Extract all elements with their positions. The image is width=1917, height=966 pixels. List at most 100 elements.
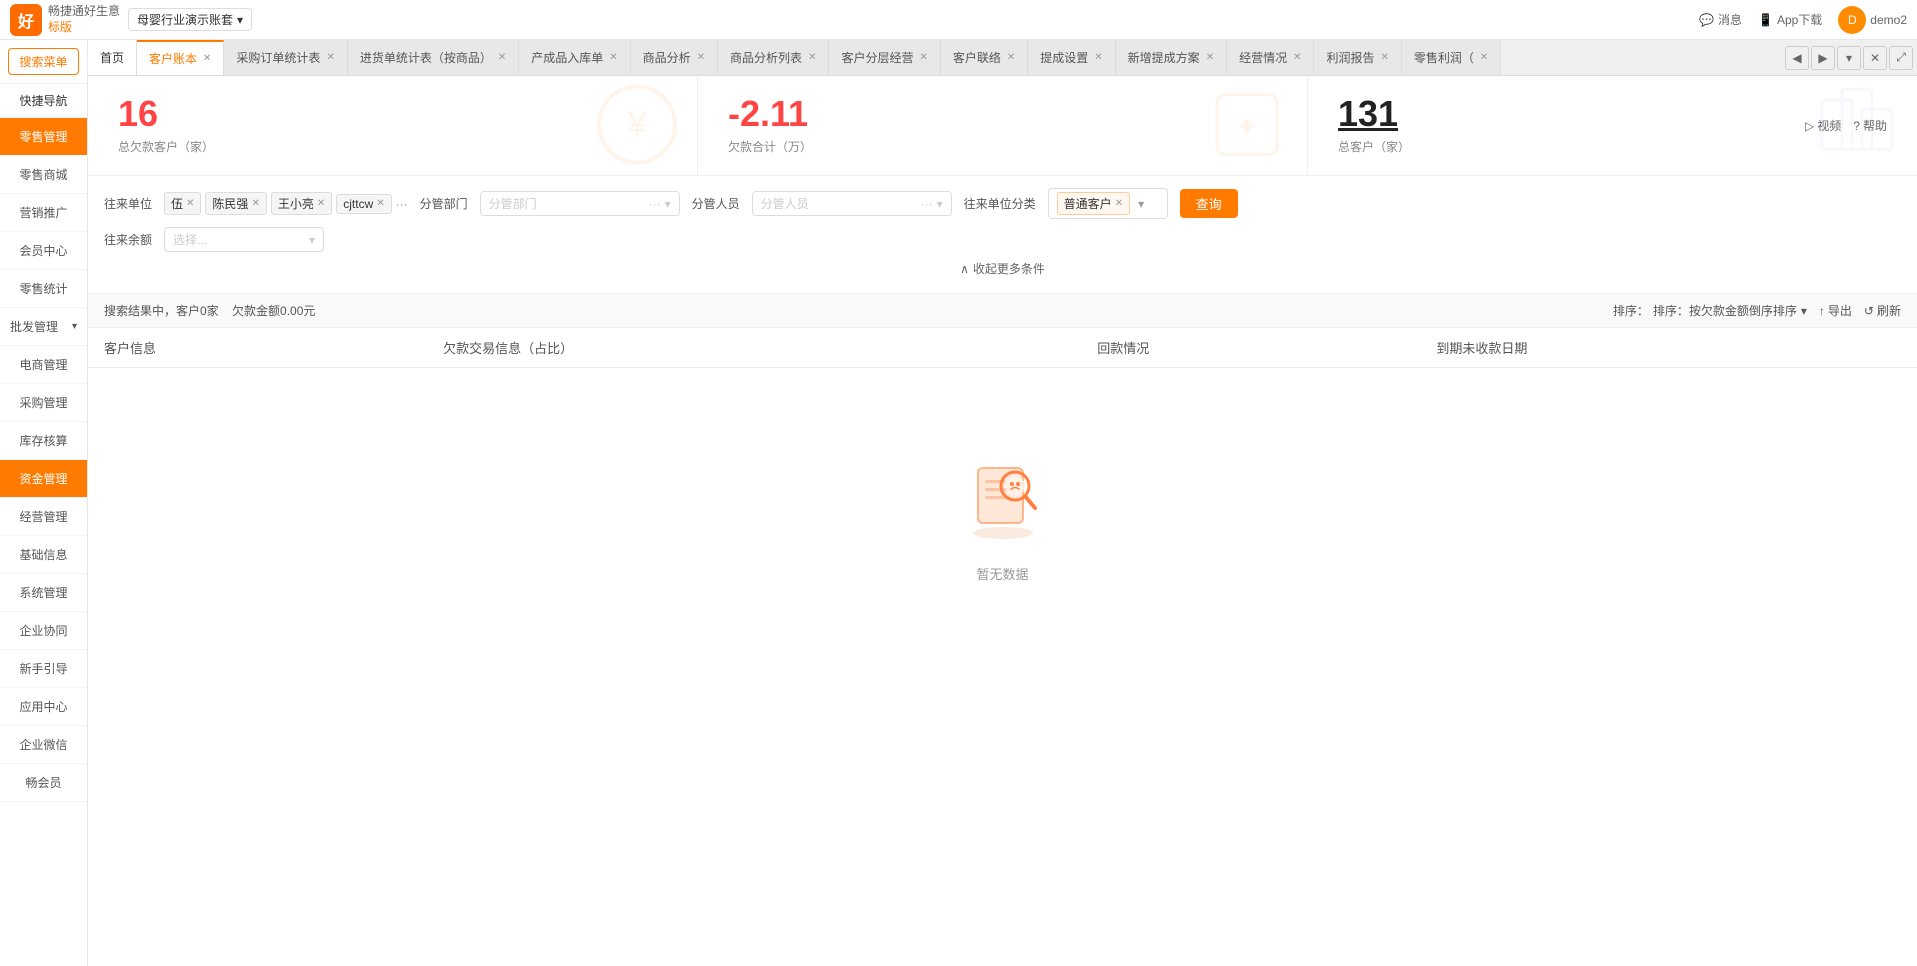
tab-close-promotion[interactable]: ✕: [1094, 52, 1102, 63]
account-selector[interactable]: 母婴行业演示账套 ▾: [128, 8, 252, 31]
sort-chevron-icon: ▾: [1801, 304, 1807, 318]
svg-text:¥: ¥: [626, 103, 648, 144]
filter-row-1: 往来单位 伍 ✕ 陈民强 ✕ 王小亮 ✕: [104, 188, 1901, 219]
col-due-date: 到期未收款日期: [1420, 328, 1917, 368]
tab-close-all-button[interactable]: ✕: [1863, 46, 1887, 70]
tab-promotion-settings[interactable]: 提成设置 ✕: [1028, 40, 1115, 76]
logo-icon: 好: [10, 4, 42, 36]
sidebar-item-basic-info[interactable]: 基础信息: [0, 536, 87, 574]
tab-bar-actions: ◀ ▶ ▾ ✕ ⤢: [1785, 46, 1917, 70]
empty-text: 暂无数据: [976, 564, 1028, 583]
tab-customer-contact[interactable]: 客户联络 ✕: [941, 40, 1028, 76]
stat-label-customers: 总欠款客户（家）: [118, 138, 214, 155]
sidebar-item-app-center[interactable]: 应用中心: [0, 688, 87, 726]
stat-label-overdue: 欠款合计（万）: [728, 138, 812, 155]
filter-more-btn[interactable]: ···: [396, 197, 408, 211]
sidebar-item-retail-stats[interactable]: 零售统计: [0, 270, 87, 308]
filter-area: 往来单位 伍 ✕ 陈民强 ✕ 王小亮 ✕: [88, 176, 1917, 294]
person-select[interactable]: 分管人员 ··· ▾: [752, 191, 952, 216]
remove-tag-wu[interactable]: ✕: [186, 198, 194, 209]
tab-more-button[interactable]: ▾: [1837, 46, 1861, 70]
collapse-button[interactable]: ∧ 收起更多条件: [104, 260, 1901, 277]
filter-tags-unit: 伍 ✕ 陈民强 ✕ 王小亮 ✕ cjttcw ✕: [164, 192, 408, 215]
tab-retail-profit[interactable]: 零售利润（ ✕: [1402, 40, 1501, 76]
balance-filter-label: 往来余额: [104, 231, 152, 248]
tab-expand-button[interactable]: ⤢: [1889, 46, 1913, 70]
sidebar-item-retail-shop[interactable]: 零售商城: [0, 156, 87, 194]
remove-unit-type-tag[interactable]: ✕: [1115, 198, 1123, 209]
logo-area: 好 畅捷通好生意 标版: [10, 4, 120, 36]
remove-tag-chen[interactable]: ✕: [251, 198, 259, 209]
tab-cost-instock[interactable]: 产成品入库单 ✕: [519, 40, 630, 76]
tab-close-customers[interactable]: ✕: [203, 53, 211, 64]
sidebar-item-member[interactable]: 会员中心: [0, 232, 87, 270]
user-profile[interactable]: D demo2: [1838, 6, 1907, 34]
tab-prev-button[interactable]: ◀: [1785, 46, 1809, 70]
top-bar-left: 好 畅捷通好生意 标版 母婴行业演示账套 ▾: [10, 4, 252, 36]
tab-close-cost[interactable]: ✕: [609, 52, 617, 63]
sort-select[interactable]: 排序： 排序：按欠款金额倒序排序 ▾: [1613, 302, 1807, 319]
message-action[interactable]: 💬 消息: [1699, 11, 1742, 28]
search-menu-button[interactable]: 搜索菜单: [8, 48, 79, 75]
tab-new-promotion[interactable]: 新增提成方案 ✕: [1116, 40, 1227, 76]
stat-card-total: 131 总客户（家） ▷ 视频 ? 帮助: [1308, 76, 1917, 175]
sidebar-item-finance[interactable]: 资金管理: [0, 460, 87, 498]
sidebar-item-ecommerce[interactable]: 电商管理: [0, 346, 87, 384]
chevron-down-icon: ▾: [72, 321, 77, 332]
tab-incoming-stats[interactable]: 进货单统计表（按商品） ✕: [348, 40, 519, 76]
sidebar-item-changhui[interactable]: 畅会员: [0, 764, 87, 802]
dept-more-icon: ···: [649, 197, 661, 211]
tab-close-retail-profit[interactable]: ✕: [1480, 52, 1488, 63]
col-overdue-info: 欠款交易信息（占比）: [427, 328, 1081, 368]
tab-close-incoming[interactable]: ✕: [498, 52, 506, 63]
filter-row-2: 往来余额 选择... ▾: [104, 227, 1901, 252]
unit-type-select[interactable]: 普通客户 ✕ ▾: [1048, 188, 1168, 219]
tab-close-purchase-orders[interactable]: ✕: [326, 52, 334, 63]
tab-customers[interactable]: 客户账本 ✕: [137, 40, 224, 76]
filter-tag-wang: 王小亮 ✕: [271, 192, 332, 215]
tab-close-product-analysis[interactable]: ✕: [697, 52, 705, 63]
tab-product-analysis[interactable]: 商品分析 ✕: [631, 40, 718, 76]
play-icon: ▷: [1805, 119, 1814, 133]
sidebar-item-enterprise-wechat[interactable]: 企业微信: [0, 726, 87, 764]
unit-filter-label: 往来单位: [104, 195, 152, 212]
sidebar-item-enterprise-collab[interactable]: 企业协同: [0, 612, 87, 650]
stat-info-3: 131 总客户（家）: [1338, 96, 1410, 155]
data-table: 客户信息 欠款交易信息（占比） 回款情况 到期未收款日期: [88, 328, 1917, 663]
export-button[interactable]: ↑ 导出: [1819, 302, 1852, 319]
query-button[interactable]: 查询: [1180, 189, 1238, 218]
tab-home[interactable]: 首页: [88, 40, 137, 76]
tab-customer-segment[interactable]: 客户分层经营 ✕: [829, 40, 940, 76]
sidebar-item-operations[interactable]: 经营管理: [0, 498, 87, 536]
stat-info-2: -2.11 欠款合计（万）: [728, 96, 812, 155]
stat-info-1: 16 总欠款客户（家）: [118, 96, 214, 155]
remove-tag-wang[interactable]: ✕: [317, 198, 325, 209]
tab-close-product-list[interactable]: ✕: [808, 52, 816, 63]
tab-next-button[interactable]: ▶: [1811, 46, 1835, 70]
sidebar-item-purchase[interactable]: 采购管理: [0, 384, 87, 422]
sidebar-item-new-guide[interactable]: 新手引导: [0, 650, 87, 688]
empty-icon: [953, 448, 1053, 548]
remove-tag-cjttcw[interactable]: ✕: [376, 198, 384, 209]
tab-close-business[interactable]: ✕: [1293, 52, 1301, 63]
sidebar-item-system[interactable]: 系统管理: [0, 574, 87, 612]
balance-select[interactable]: 选择... ▾: [164, 227, 324, 252]
quick-nav-button[interactable]: 快捷导航: [0, 84, 87, 118]
app-download-action[interactable]: 📱 App下载: [1758, 11, 1822, 28]
sidebar: 搜索菜单 快捷导航 零售管理 零售商城 营销推广 会员中心 零售统计 批发管理 …: [0, 40, 88, 966]
sidebar-item-wholesale[interactable]: 批发管理 ▾: [0, 308, 87, 346]
dept-select[interactable]: 分管部门 ··· ▾: [480, 191, 680, 216]
tab-product-analysis-list[interactable]: 商品分析列表 ✕: [718, 40, 829, 76]
tab-close-new-promotion[interactable]: ✕: [1206, 52, 1214, 63]
sidebar-item-inventory[interactable]: 库存核算: [0, 422, 87, 460]
refresh-button[interactable]: ↺ 刷新: [1864, 302, 1901, 319]
tab-business-status[interactable]: 经营情况 ✕: [1227, 40, 1314, 76]
sidebar-item-marketing[interactable]: 营销推广: [0, 194, 87, 232]
tab-close-profit[interactable]: ✕: [1381, 52, 1389, 63]
tab-purchase-orders[interactable]: 采购订单统计表 ✕: [224, 40, 347, 76]
stat-value-overdue: -2.11: [728, 96, 812, 132]
tab-close-segment[interactable]: ✕: [919, 52, 927, 63]
tab-close-contact[interactable]: ✕: [1007, 52, 1015, 63]
tab-profit-report[interactable]: 利润报告 ✕: [1314, 40, 1401, 76]
sidebar-item-retail[interactable]: 零售管理: [0, 118, 87, 156]
